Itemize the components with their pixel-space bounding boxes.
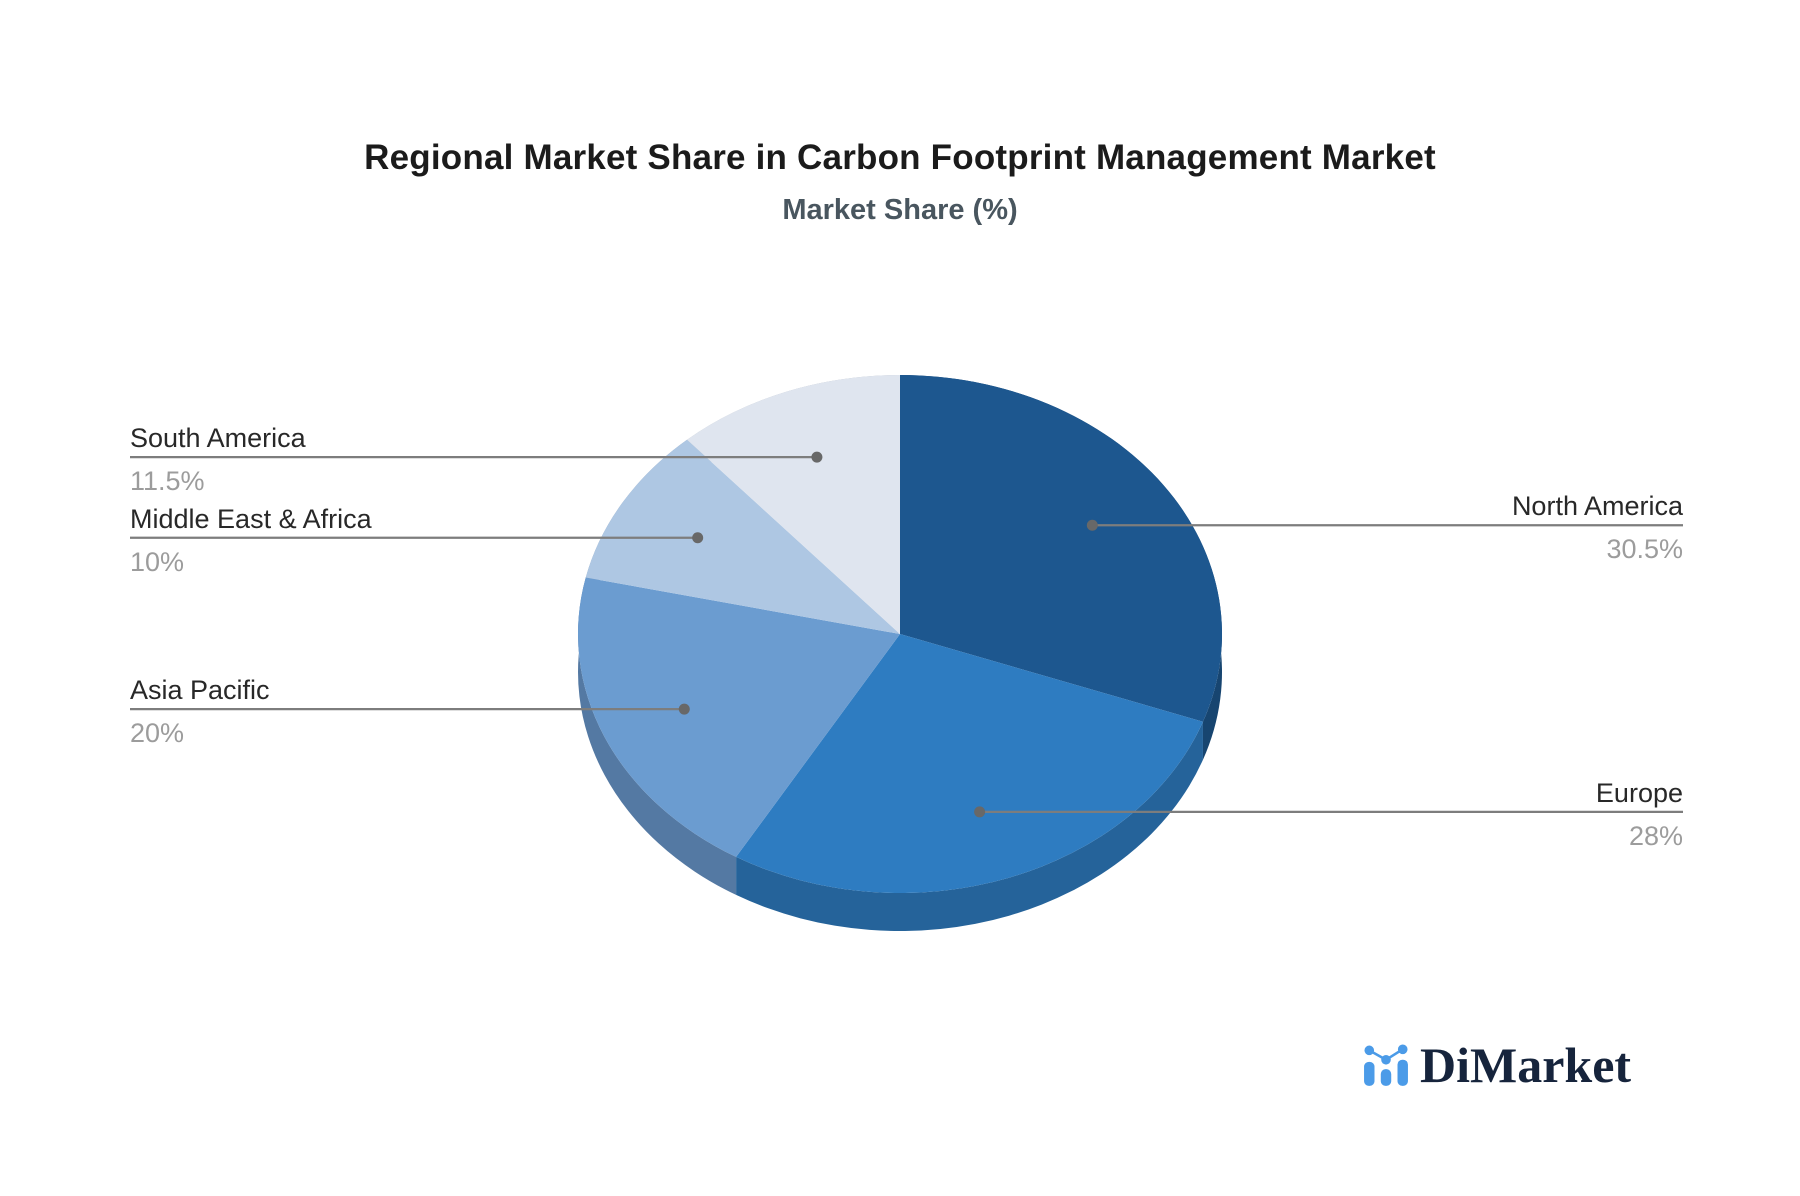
leader-dot-asia-pacific (678, 703, 690, 715)
label-asia-pacific: Asia Pacific (130, 675, 270, 706)
label-europe: Europe (1595, 777, 1683, 808)
value-asia-pacific: 20% (130, 718, 185, 749)
leader-dot-north-america (1086, 519, 1098, 531)
label-south-america: South America (130, 423, 306, 454)
label-block-asia-pacific: Asia Pacific 20% (130, 675, 270, 748)
leader-dot-south-america (811, 451, 823, 463)
pie-chart (130, 375, 1683, 931)
dimarket-logo: DiMarket (1363, 1040, 1631, 1090)
label-block-south-america: South America 11.5% (130, 423, 306, 496)
bar-chart-logo-icon (1364, 1044, 1408, 1086)
leader-dot-europe (974, 806, 986, 818)
label-block-middle-east-africa: Middle East & Africa 10% (130, 504, 372, 577)
leader-dot-middle-east-africa (692, 532, 704, 544)
label-north-america: North America (1511, 491, 1683, 522)
value-north-america: 30.5% (1606, 534, 1683, 565)
label-block-europe: Europe 28% (1596, 778, 1683, 851)
value-middle-east-africa: 10% (130, 546, 185, 577)
logo-text: DiMarket (1420, 1037, 1632, 1093)
value-europe: 28% (1628, 820, 1683, 851)
value-south-america: 11.5% (130, 466, 205, 497)
label-block-north-america: North America 30.5% (1512, 491, 1683, 564)
chart-canvas: Regional Market Share in Carbon Footprin… (0, 0, 1800, 1196)
label-middle-east-africa: Middle East & Africa (130, 503, 372, 534)
